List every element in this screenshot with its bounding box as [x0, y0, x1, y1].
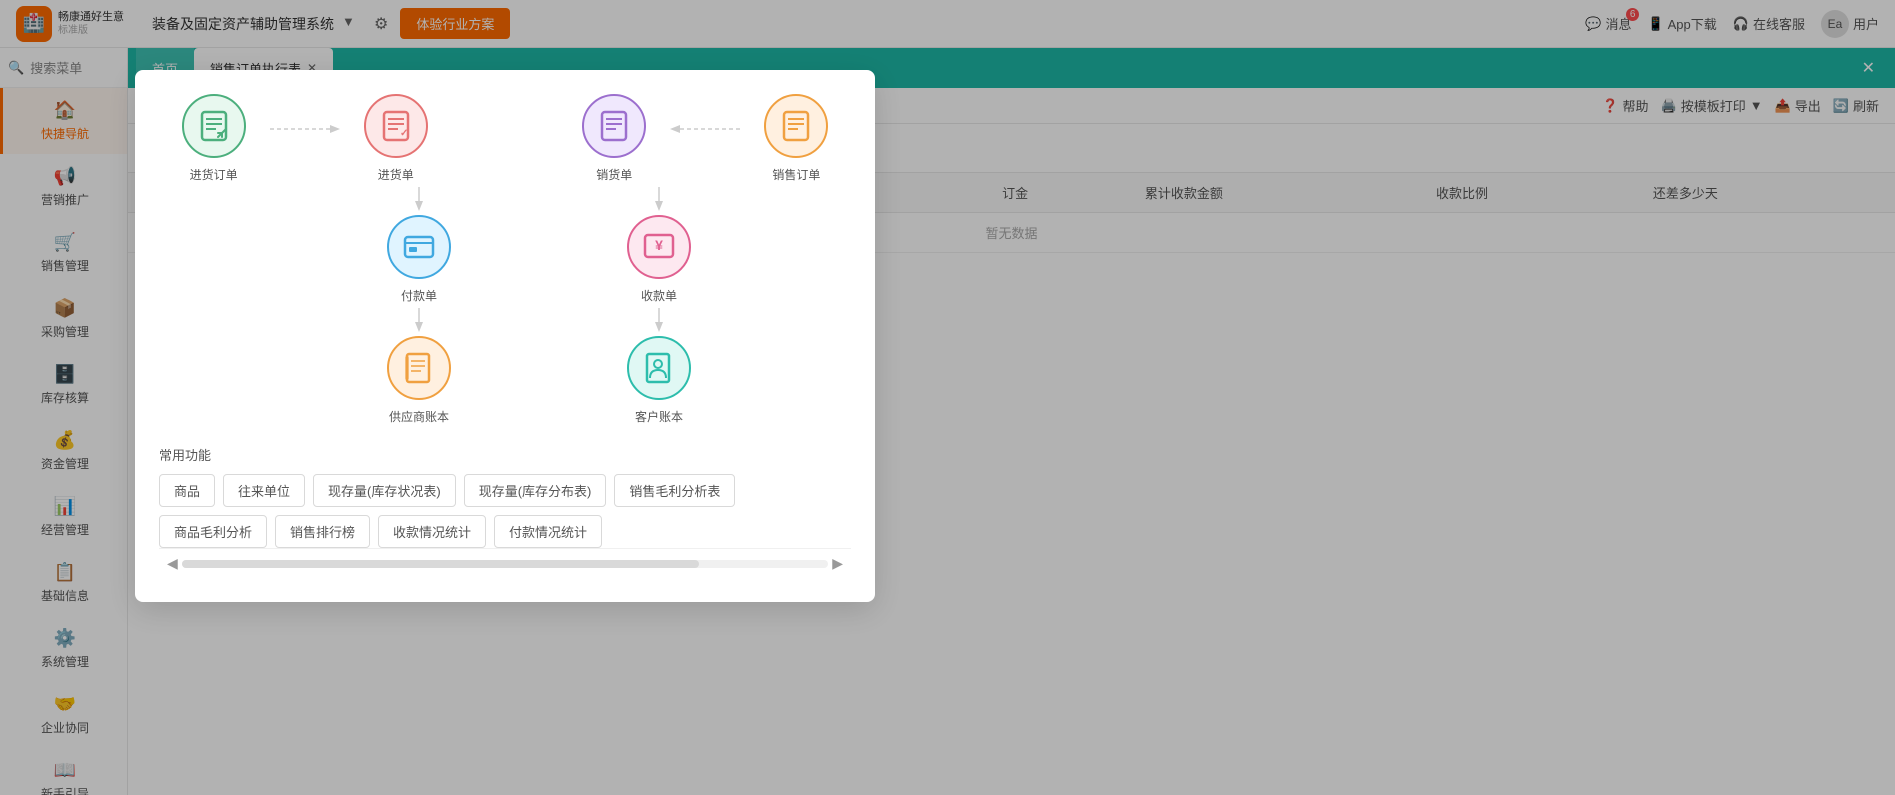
func-buttons: 商品 往来单位 现存量(库存状况表) 现存量(库存分布表) 销售毛利分析表 商品… — [159, 474, 851, 548]
svg-text:✓: ✓ — [400, 128, 408, 139]
supplier-ledger-label: 供应商账本 — [389, 408, 449, 425]
scroll-left-icon[interactable]: ◀ — [167, 555, 178, 572]
func-btn-payment-stat[interactable]: 付款情况统计 — [494, 515, 602, 548]
sales-order-circle — [764, 94, 828, 158]
func-btn-sales-rank[interactable]: 销售排行榜 — [275, 515, 370, 548]
flow-row-3: 供应商账本 客户账本 — [159, 336, 851, 425]
payment-label: 付款单 — [401, 287, 437, 304]
func-btn-partner[interactable]: 往来单位 — [223, 474, 305, 507]
flow-modal: 进货订单 ✓ 进货单 — [135, 70, 875, 602]
flow-item-payment[interactable]: 付款单 — [359, 215, 479, 304]
common-functions: 常用功能 商品 往来单位 现存量(库存状况表) 现存量(库存分布表) 销售毛利分… — [159, 445, 851, 548]
flow-item-sales-order[interactable]: 销售订单 — [742, 94, 851, 183]
arrow-h1 — [268, 121, 341, 137]
vertical-arrows-row — [159, 183, 851, 215]
receipt-circle: ¥ — [627, 215, 691, 279]
flow-item-receipt[interactable]: ¥ 收款单 — [599, 215, 719, 304]
modal-overlay[interactable]: 进货订单 ✓ 进货单 — [0, 0, 1895, 795]
purchase-receipt-label: 进货单 — [378, 166, 414, 183]
svg-text:¥: ¥ — [655, 237, 663, 253]
func-btn-product[interactable]: 商品 — [159, 474, 215, 507]
purchase-order-circle — [182, 94, 246, 158]
sales-receipt-circle — [582, 94, 646, 158]
customer-ledger-label: 客户账本 — [635, 408, 683, 425]
sales-receipt-label: 销货单 — [596, 166, 632, 183]
flow-item-supplier-ledger[interactable]: 供应商账本 — [359, 336, 479, 425]
flow-item-customer-ledger[interactable]: 客户账本 — [599, 336, 719, 425]
func-btn-product-margin[interactable]: 商品毛利分析 — [159, 515, 267, 548]
flow-item-purchase-order[interactable]: 进货订单 — [159, 94, 268, 183]
scroll-thumb — [182, 560, 699, 568]
scroll-hint: ◀ ▶ — [159, 548, 851, 578]
receipt-label: 收款单 — [641, 287, 677, 304]
flow-section: 进货订单 ✓ 进货单 — [159, 94, 851, 425]
flow-row-1: 进货订单 ✓ 进货单 — [159, 94, 851, 183]
customer-ledger-circle — [627, 336, 691, 400]
flow-row-2: 付款单 ¥ 收款单 — [159, 215, 851, 304]
purchase-receipt-circle: ✓ — [364, 94, 428, 158]
func-btn-receipt-stat[interactable]: 收款情况统计 — [378, 515, 486, 548]
scroll-right-icon[interactable]: ▶ — [832, 555, 843, 572]
flow-item-sales-receipt[interactable]: 销货单 — [560, 94, 669, 183]
common-functions-title: 常用功能 — [159, 445, 851, 464]
vertical-arrows-row-2 — [159, 304, 851, 336]
func-btn-sales-margin[interactable]: 销售毛利分析表 — [614, 474, 735, 507]
arrow-h2 — [669, 121, 742, 137]
payment-circle — [387, 215, 451, 279]
func-btn-inventory-dist[interactable]: 现存量(库存分布表) — [464, 474, 607, 507]
func-btn-inventory-status[interactable]: 现存量(库存状况表) — [313, 474, 456, 507]
sales-order-label: 销售订单 — [772, 166, 820, 183]
purchase-order-label: 进货订单 — [190, 166, 238, 183]
supplier-ledger-circle — [387, 336, 451, 400]
flow-item-purchase-receipt[interactable]: ✓ 进货单 — [341, 94, 450, 183]
scroll-track[interactable] — [182, 560, 828, 568]
